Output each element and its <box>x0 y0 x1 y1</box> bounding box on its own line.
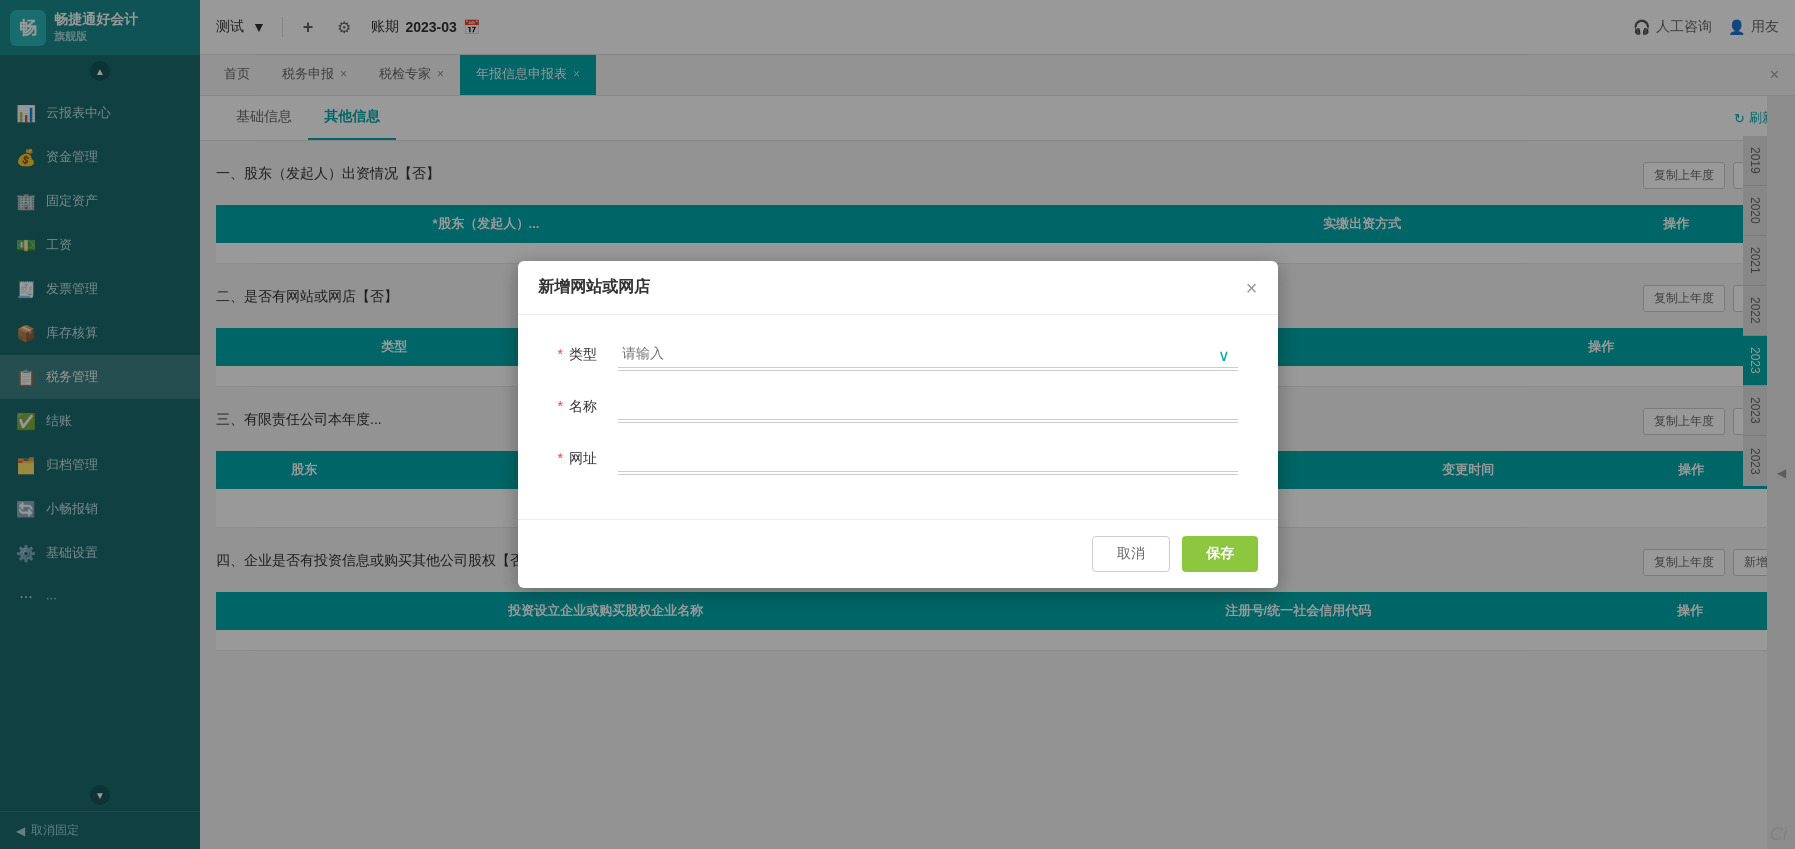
modal-add-website: 新增网站或网店 × * 类型 ∨ * 名称 <box>518 261 1278 588</box>
form-label-type: * 类型 <box>558 346 618 364</box>
cancel-button[interactable]: 取消 <box>1092 536 1170 572</box>
form-row-name: * 名称 <box>558 391 1238 423</box>
form-row-type: * 类型 ∨ <box>558 339 1238 371</box>
form-input-wrapper-name <box>618 391 1238 423</box>
required-star-name: * <box>558 398 563 414</box>
form-label-url: * 网址 <box>558 450 618 468</box>
input-underline-name <box>618 422 1238 423</box>
modal-overlay[interactable]: 新增网站或网店 × * 类型 ∨ * 名称 <box>0 0 1795 849</box>
modal-close-btn[interactable]: × <box>1246 278 1258 298</box>
required-star-url: * <box>558 450 563 466</box>
type-input[interactable] <box>618 339 1238 368</box>
form-input-wrapper-type: ∨ <box>618 339 1238 371</box>
form-input-wrapper-url <box>618 443 1238 475</box>
form-label-name: * 名称 <box>558 398 618 416</box>
modal-footer: 取消 保存 <box>518 519 1278 588</box>
input-underline <box>618 370 1238 371</box>
save-button[interactable]: 保存 <box>1182 536 1258 572</box>
name-input[interactable] <box>618 391 1238 420</box>
input-underline-url <box>618 474 1238 475</box>
modal-title: 新增网站或网店 <box>538 277 650 298</box>
modal-header: 新增网站或网店 × <box>518 261 1278 315</box>
modal-body: * 类型 ∨ * 名称 <box>518 315 1278 519</box>
required-star-type: * <box>558 346 563 362</box>
form-row-url: * 网址 <box>558 443 1238 475</box>
url-input[interactable] <box>618 443 1238 472</box>
